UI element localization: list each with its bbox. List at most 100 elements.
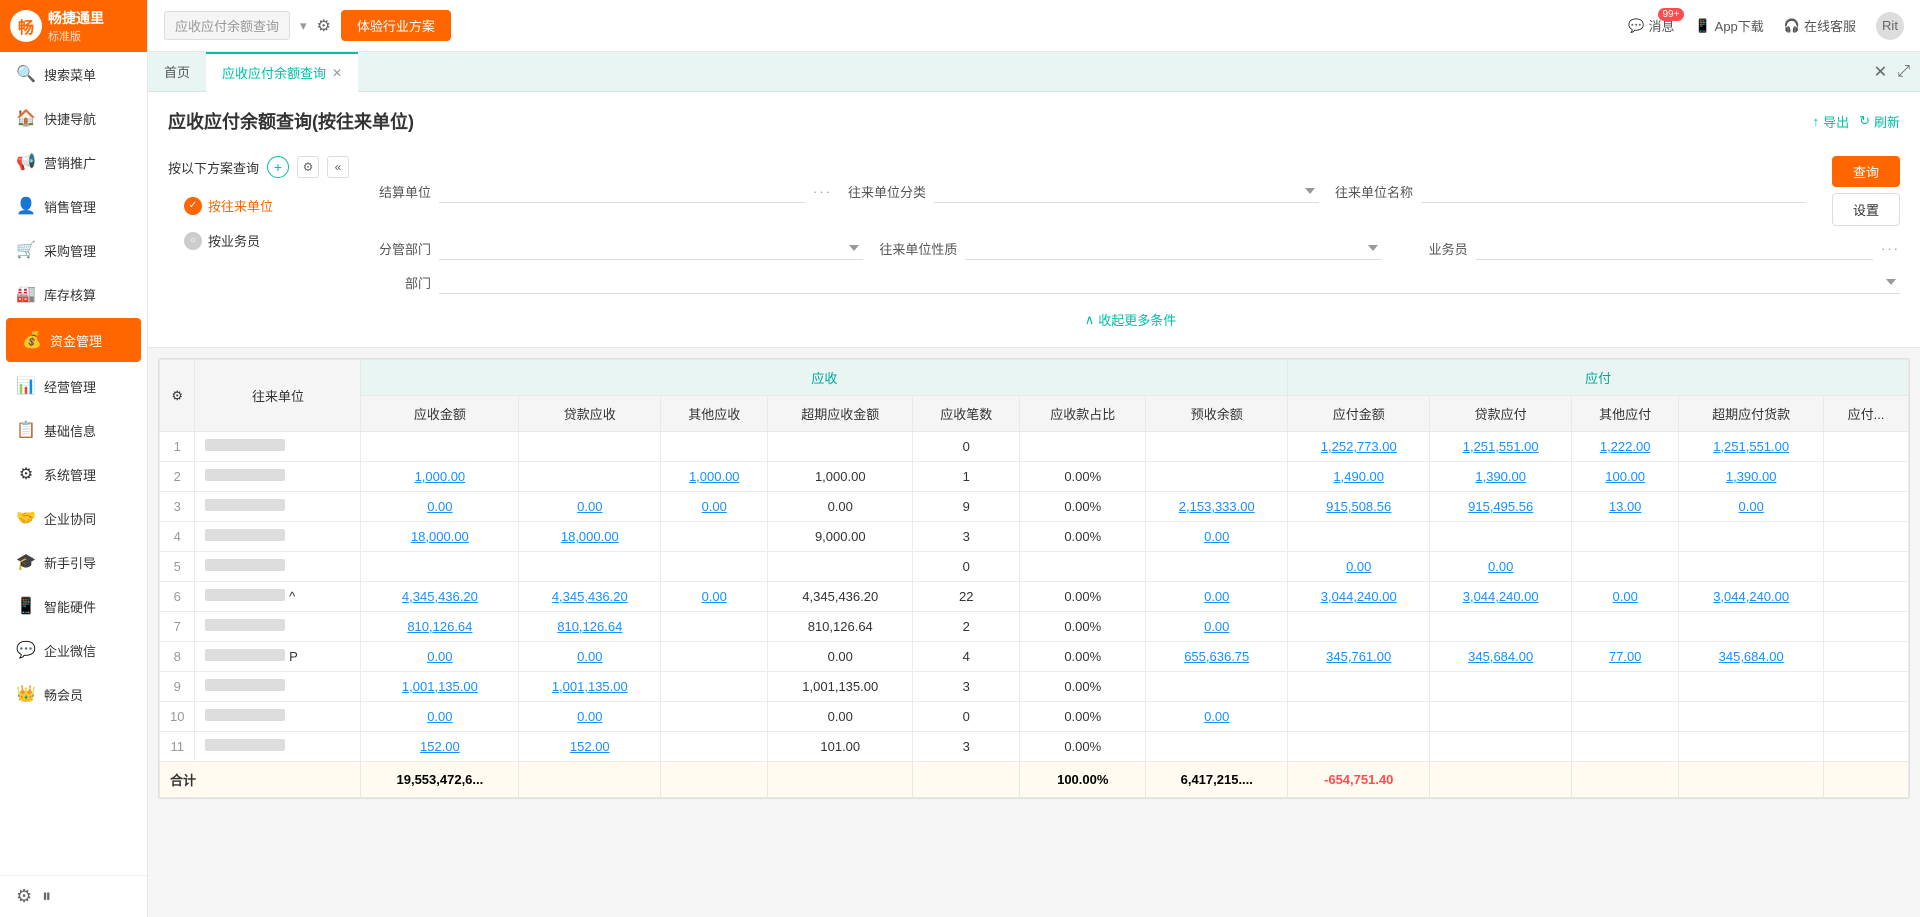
recv-amount[interactable]: 18,000.00 <box>361 522 519 552</box>
recv-loan[interactable]: 18,000.00 <box>519 522 661 552</box>
pay-loan[interactable]: 1,251,551.00 <box>1430 432 1572 462</box>
recv-prepaid[interactable]: 0.00 <box>1146 612 1288 642</box>
sidebar-item-inventory[interactable]: 🏭 库存核算 <box>0 272 147 316</box>
recv-amount[interactable]: 152.00 <box>361 732 519 762</box>
recv-other[interactable]: 0.00 <box>661 492 768 522</box>
export-button[interactable]: ↑ 导出 <box>1813 112 1850 131</box>
expand-window-btn[interactable]: ⤢ <box>1897 62 1910 82</box>
app-download-btn[interactable]: 📱 App下载 <box>1694 16 1763 35</box>
collapse-filter-btn[interactable]: ∧ 收起更多条件 <box>361 304 1900 335</box>
dept-select[interactable] <box>439 236 863 260</box>
pay-other[interactable]: 77.00 <box>1572 642 1679 672</box>
salesperson-input[interactable] <box>1476 236 1873 260</box>
query-by-salesperson[interactable]: ○ 按业务员 <box>168 223 349 258</box>
set-button[interactable]: 设置 <box>1832 193 1900 226</box>
salesperson-dots[interactable]: ··· <box>1881 241 1900 256</box>
pay-loan[interactable]: 915,495.56 <box>1430 492 1572 522</box>
tab-query[interactable]: 应收应付余额查询 ✕ <box>206 52 358 92</box>
subdept-select[interactable] <box>439 270 1900 294</box>
pay-amount[interactable]: 915,508.56 <box>1288 492 1430 522</box>
sidebar-item-sales[interactable]: 👤 销售管理 <box>0 184 147 228</box>
recv-loan[interactable]: 0.00 <box>519 702 661 732</box>
recv-prepaid[interactable]: 0.00 <box>1146 702 1288 732</box>
recv-amount[interactable]: 0.00 <box>361 702 519 732</box>
recv-loan[interactable]: 1,001,135.00 <box>519 672 661 702</box>
pay-overdue[interactable]: 0.00 <box>1679 492 1824 522</box>
recv-other[interactable]: 0.00 <box>661 582 768 612</box>
th-settings[interactable]: ⚙ <box>160 360 195 432</box>
partner-nature-select[interactable] <box>965 236 1381 260</box>
recv-amount[interactable]: 1,000.00 <box>361 462 519 492</box>
sidebar-item-basic[interactable]: 📋 基础信息 <box>0 408 147 452</box>
footer-recv-prepaid[interactable]: 6,417,215.... <box>1146 762 1288 798</box>
close-window-btn[interactable]: ✕ <box>1874 62 1887 82</box>
partner-type-select[interactable] <box>934 179 1319 203</box>
settlement-dots[interactable]: ··· <box>813 184 832 199</box>
sidebar-item-finance[interactable]: 💰 资金管理 <box>6 318 141 362</box>
pay-other[interactable]: 13.00 <box>1572 492 1679 522</box>
sidebar-item-hardware[interactable]: 📱 智能硬件 <box>0 584 147 628</box>
recv-loan[interactable]: 152.00 <box>519 732 661 762</box>
tab-home[interactable]: 首页 <box>148 52 206 92</box>
add-scheme-btn[interactable]: + <box>267 156 289 178</box>
pay-loan[interactable]: 0.00 <box>1430 552 1572 582</box>
pay-overdue[interactable]: 1,251,551.00 <box>1679 432 1824 462</box>
settlement-input[interactable] <box>439 179 805 203</box>
tab-close-icon[interactable]: ✕ <box>332 66 342 80</box>
topbar-dropdown-icon[interactable]: ▾ <box>300 18 307 34</box>
pay-other[interactable]: 1,222.00 <box>1572 432 1679 462</box>
recv-amount[interactable]: 810,126.64 <box>361 612 519 642</box>
pay-amount[interactable]: 3,044,240.00 <box>1288 582 1430 612</box>
sidebar-item-nav[interactable]: 🏠 快捷导航 <box>0 96 147 140</box>
recv-prepaid[interactable]: 0.00 <box>1146 582 1288 612</box>
online-service-btn[interactable]: 🎧 在线客服 <box>1784 16 1856 35</box>
topbar-gear-icon[interactable]: ⚙ <box>317 16 331 36</box>
recv-loan[interactable]: 0.00 <box>519 642 661 672</box>
collapse-sidebar-icon[interactable]: ⏸ <box>42 886 51 907</box>
recv-amount[interactable]: 1,001,135.00 <box>361 672 519 702</box>
pay-amount[interactable]: 1,490.00 <box>1288 462 1430 492</box>
recv-loan[interactable]: 0.00 <box>519 492 661 522</box>
sidebar-item-search[interactable]: 🔍 搜索菜单 <box>0 52 147 96</box>
user-avatar[interactable]: Rit <box>1876 12 1904 40</box>
sidebar-item-collab[interactable]: 🤝 企业协同 <box>0 496 147 540</box>
recv-prepaid[interactable]: 0.00 <box>1146 522 1288 552</box>
recv-amount[interactable]: 0.00 <box>361 642 519 672</box>
sidebar-item-member[interactable]: 👑 畅会员 <box>0 672 147 716</box>
scheme-settings-btn[interactable]: ⚙ <box>297 156 319 178</box>
settings-bottom-icon[interactable]: ⚙ <box>16 886 32 907</box>
pay-overdue[interactable]: 345,684.00 <box>1679 642 1824 672</box>
pay-loan[interactable]: 3,044,240.00 <box>1430 582 1572 612</box>
pay-overdue[interactable]: 3,044,240.00 <box>1679 582 1824 612</box>
recv-amount[interactable]: 0.00 <box>361 492 519 522</box>
sidebar-item-system[interactable]: ⚙ 系统管理 <box>0 452 147 496</box>
sidebar-item-guide[interactable]: 🎓 新手引导 <box>0 540 147 584</box>
recv-other[interactable]: 1,000.00 <box>661 462 768 492</box>
refresh-button[interactable]: ↻ 刷新 <box>1859 112 1900 131</box>
footer-recv-amount[interactable]: 19,553,472,6... <box>361 762 519 798</box>
pay-overdue[interactable]: 1,390.00 <box>1679 462 1824 492</box>
sidebar-item-marketing[interactable]: 📢 营销推广 <box>0 140 147 184</box>
pay-amount[interactable]: 1,252,773.00 <box>1288 432 1430 462</box>
recv-loan[interactable]: 810,126.64 <box>519 612 661 642</box>
recv-amount[interactable]: 4,345,436.20 <box>361 582 519 612</box>
pay-other[interactable]: 0.00 <box>1572 582 1679 612</box>
partner-name <box>195 702 361 732</box>
scheme-collapse-btn[interactable]: « <box>327 156 349 178</box>
pay-loan[interactable]: 345,684.00 <box>1430 642 1572 672</box>
recv-loan[interactable]: 4,345,436.20 <box>519 582 661 612</box>
message-btn[interactable]: 💬 消息 99+ <box>1628 16 1674 35</box>
pay-amount[interactable]: 345,761.00 <box>1288 642 1430 672</box>
solution-button[interactable]: 体验行业方案 <box>341 10 451 41</box>
pay-loan[interactable]: 1,390.00 <box>1430 462 1572 492</box>
query-by-partner[interactable]: ✓ 按往来单位 <box>168 188 349 223</box>
pay-amount[interactable]: 0.00 <box>1288 552 1430 582</box>
query-button[interactable]: 查询 <box>1832 156 1900 187</box>
recv-prepaid[interactable]: 655,636.75 <box>1146 642 1288 672</box>
pay-other[interactable]: 100.00 <box>1572 462 1679 492</box>
sidebar-item-business[interactable]: 📊 经营管理 <box>0 364 147 408</box>
partner-name-input[interactable] <box>1421 179 1806 203</box>
sidebar-item-purchase[interactable]: 🛒 采购管理 <box>0 228 147 272</box>
sidebar-item-wechat[interactable]: 💬 企业微信 <box>0 628 147 672</box>
recv-prepaid[interactable]: 2,153,333.00 <box>1146 492 1288 522</box>
